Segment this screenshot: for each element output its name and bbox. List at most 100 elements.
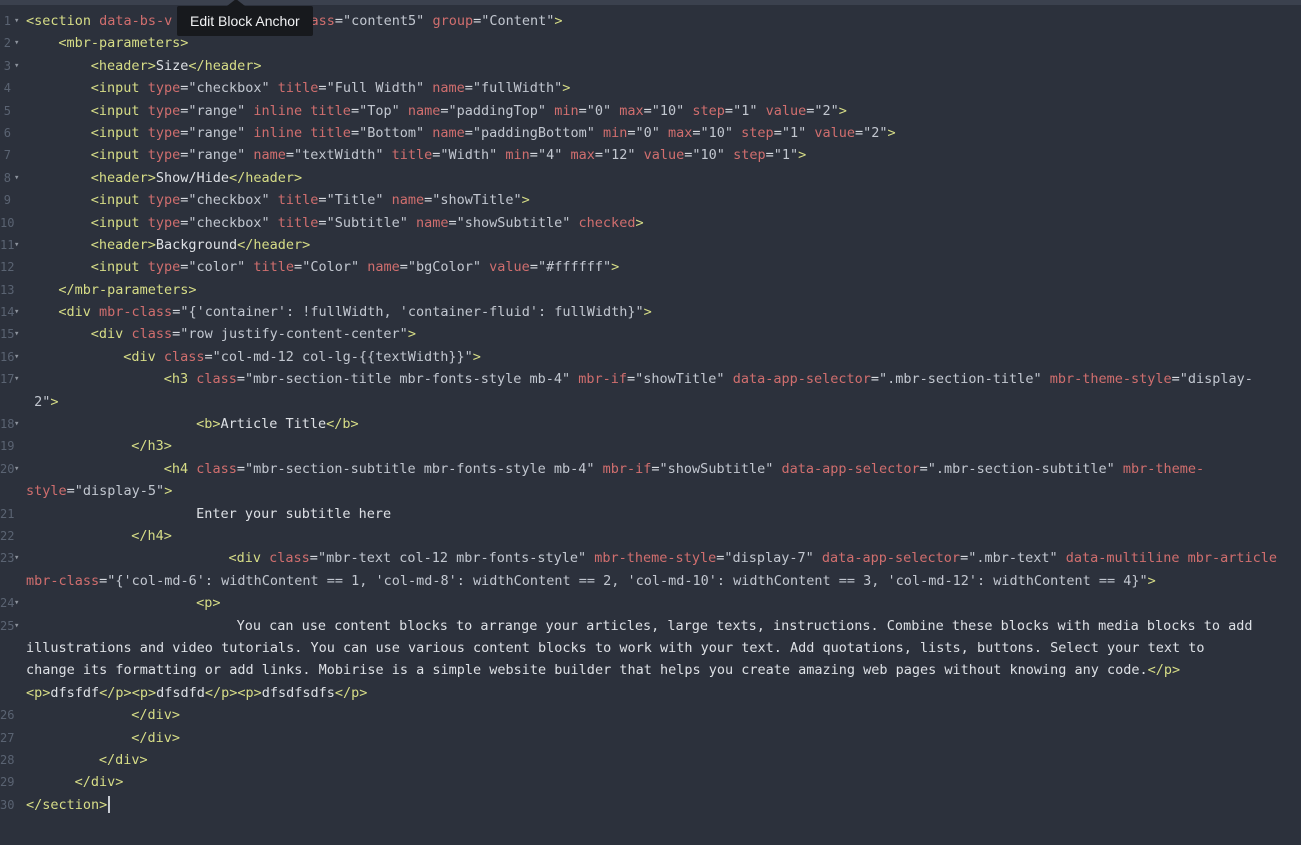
code-text: </div> xyxy=(131,729,181,746)
code-line[interactable]: 26 </div> xyxy=(0,704,1301,726)
code-text: Enter your subtitle here xyxy=(196,505,392,522)
code-line[interactable]: <p>dfsfdf</p><p>dfsdfd</p><p>dfsdfsdfs</… xyxy=(0,682,1301,704)
code-text: </mbr-parameters> xyxy=(58,281,197,298)
code-line[interactable]: 25 ▾ You can use content blocks to arrange… xyxy=(0,615,1301,637)
code-line[interactable]: mbr-class="{'col-md-6': widthContent == … xyxy=(0,570,1301,592)
code-text: <input type="range" name="textWidth" tit… xyxy=(90,147,807,164)
line-number: 9 xyxy=(3,193,11,208)
code-line[interactable]: 9 <input type="checkbox" title="Title" na… xyxy=(0,189,1301,211)
fold-arrow-icon[interactable]: ▾ xyxy=(14,615,26,637)
line-number: 5 xyxy=(3,103,11,118)
code-line[interactable]: 27 </div> xyxy=(0,727,1301,749)
fold-arrow-icon[interactable]: ▾ xyxy=(14,55,26,77)
code-line[interactable]: 10 <input type="checkbox" title="Subtitle… xyxy=(0,212,1301,234)
code-line[interactable]: 22 </h4> xyxy=(0,525,1301,547)
code-line[interactable]: style="display-5"> xyxy=(0,480,1301,502)
code-text: <div mbr-class="{'container': !fullWidth… xyxy=(58,304,652,321)
code-line[interactable]: 5 <input type="range" inline title="Top" … xyxy=(0,100,1301,122)
line-number: 22 xyxy=(0,528,15,543)
code-text: <div class="row justify-content-center"> xyxy=(90,326,416,343)
code-text: change its formatting or add links. Mobi… xyxy=(26,662,1181,679)
line-number: 8 xyxy=(3,170,11,185)
code-line[interactable]: 28 </div> xyxy=(0,749,1301,771)
fold-arrow-icon[interactable]: ▾ xyxy=(14,458,26,480)
code-line[interactable]: 16 ▾ <div class="col-md-12 col-lg-{{textWi… xyxy=(0,346,1301,368)
fold-arrow-icon[interactable]: ▾ xyxy=(14,368,26,390)
code-line[interactable]: 2"> xyxy=(0,391,1301,413)
code-text: You can use content blocks to arrange yo… xyxy=(236,617,1253,634)
fold-arrow-icon[interactable]: ▾ xyxy=(14,301,26,323)
code-line[interactable]: 15 ▾ <div class="row justify-content-cente… xyxy=(0,323,1301,345)
line-number: 10 xyxy=(0,215,15,230)
code-line[interactable]: 17 ▾ <h3 class="mbr-section-title mbr-font… xyxy=(0,368,1301,390)
code-text: <p> xyxy=(196,595,221,612)
code-text: <input type="checkbox" title="Full Width… xyxy=(90,80,571,97)
tooltip-label: Edit Block Anchor xyxy=(190,13,300,29)
line-number: 7 xyxy=(3,148,11,163)
fold-arrow-icon[interactable]: ▾ xyxy=(14,167,26,189)
line-number: 6 xyxy=(3,125,11,140)
line-number: 19 xyxy=(0,439,15,454)
code-text: style="display-5"> xyxy=(26,483,173,500)
fold-arrow-icon[interactable]: ▾ xyxy=(14,547,26,569)
code-line[interactable]: illustrations and video tutorials. You c… xyxy=(0,637,1301,659)
code-line[interactable]: change its formatting or add links. Mobi… xyxy=(0,659,1301,681)
code-text: <p>dfsfdf</p><p>dfsdfd</p><p>dfsdfsdfs</… xyxy=(26,684,368,701)
code-text: </section> xyxy=(26,794,111,816)
code-line[interactable]: 29 </div> xyxy=(0,771,1301,793)
line-number: 12 xyxy=(0,260,15,275)
code-line[interactable]: 20 ▾ <h4 class="mbr-section-subtitle mbr-f… xyxy=(0,458,1301,480)
line-number: 17 xyxy=(0,372,15,387)
code-text: <input type="range" inline title="Bottom… xyxy=(90,124,896,141)
code-line[interactable]: 4 <input type="checkbox" title="Full Widt… xyxy=(0,77,1301,99)
line-number: 21 xyxy=(0,506,15,521)
fold-arrow-icon[interactable]: ▾ xyxy=(14,592,26,614)
code-text: <b>Article Title</b> xyxy=(196,416,359,433)
line-number: 30 xyxy=(0,797,15,812)
code-text: <input type="checkbox" title="Subtitle" … xyxy=(90,214,644,231)
line-number: 15 xyxy=(0,327,15,342)
code-line[interactable]: 8 ▾ <header>Show/Hide</header> xyxy=(0,167,1301,189)
code-line[interactable]: 3 ▾ <header>Size</header> xyxy=(0,55,1301,77)
code-area[interactable]: 1▾<section data-bs-v .ass="content5" gro… xyxy=(0,10,1301,816)
code-line[interactable]: 14 ▾ <div mbr-class="{'container': !fullWi… xyxy=(0,301,1301,323)
line-number: 14 xyxy=(0,305,15,320)
code-line[interactable]: 18 ▾ <b>Article Title</b> xyxy=(0,413,1301,435)
line-number: 28 xyxy=(0,752,15,767)
fold-arrow-icon[interactable]: ▾ xyxy=(14,10,26,32)
code-text: <div class="mbr-text col-12 mbr-fonts-st… xyxy=(228,550,1278,567)
code-editor[interactable]: 1▾<section data-bs-v .ass="content5" gro… xyxy=(0,0,1301,845)
code-line[interactable]: 11 ▾ <header>Background</header> xyxy=(0,234,1301,256)
code-line[interactable]: 23 ▾ <div class="mbr-text col-12 mbr-fonts… xyxy=(0,547,1301,569)
line-number: 2 xyxy=(3,36,11,51)
editor-top-edge xyxy=(0,0,1301,5)
code-line[interactable]: 7 <input type="range" name="textWidth" ti… xyxy=(0,144,1301,166)
code-text: 2"> xyxy=(34,393,59,410)
fold-arrow-icon[interactable]: ▾ xyxy=(14,346,26,368)
code-text: illustrations and video tutorials. You c… xyxy=(26,639,1205,656)
line-number: 13 xyxy=(0,282,15,297)
code-line[interactable]: 6 <input type="range" inline title="Botto… xyxy=(0,122,1301,144)
code-text: <header>Background</header> xyxy=(90,236,311,253)
code-line[interactable]: 21 Enter your subtitle here xyxy=(0,503,1301,525)
code-text: <header>Size</header> xyxy=(90,57,262,74)
code-line[interactable]: 24 ▾ <p> xyxy=(0,592,1301,614)
fold-arrow-icon[interactable]: ▾ xyxy=(14,323,26,345)
code-text: </div> xyxy=(131,707,181,724)
code-text: <input type="range" inline title="Top" n… xyxy=(90,102,847,119)
fold-arrow-icon[interactable]: ▾ xyxy=(14,32,26,54)
line-number: 1 xyxy=(3,14,11,28)
code-line[interactable]: 13 </mbr-parameters> xyxy=(0,279,1301,301)
code-text: <h3 class="mbr-section-title mbr-fonts-s… xyxy=(163,371,1253,388)
code-text: <div class="col-md-12 col-lg-{{textWidth… xyxy=(123,348,481,365)
code-line[interactable]: 12 <input type="color" title="Color" name… xyxy=(0,256,1301,278)
line-number: 4 xyxy=(3,81,11,96)
code-line[interactable]: 19 </h3> xyxy=(0,435,1301,457)
line-number: 29 xyxy=(0,775,15,790)
code-text: <h4 class="mbr-section-subtitle mbr-font… xyxy=(163,460,1205,477)
code-line[interactable]: 30 </section> xyxy=(0,794,1301,816)
text-cursor xyxy=(108,795,111,813)
fold-arrow-icon[interactable]: ▾ xyxy=(14,413,26,435)
fold-arrow-icon[interactable]: ▾ xyxy=(14,234,26,256)
line-number: 24 xyxy=(0,596,15,611)
